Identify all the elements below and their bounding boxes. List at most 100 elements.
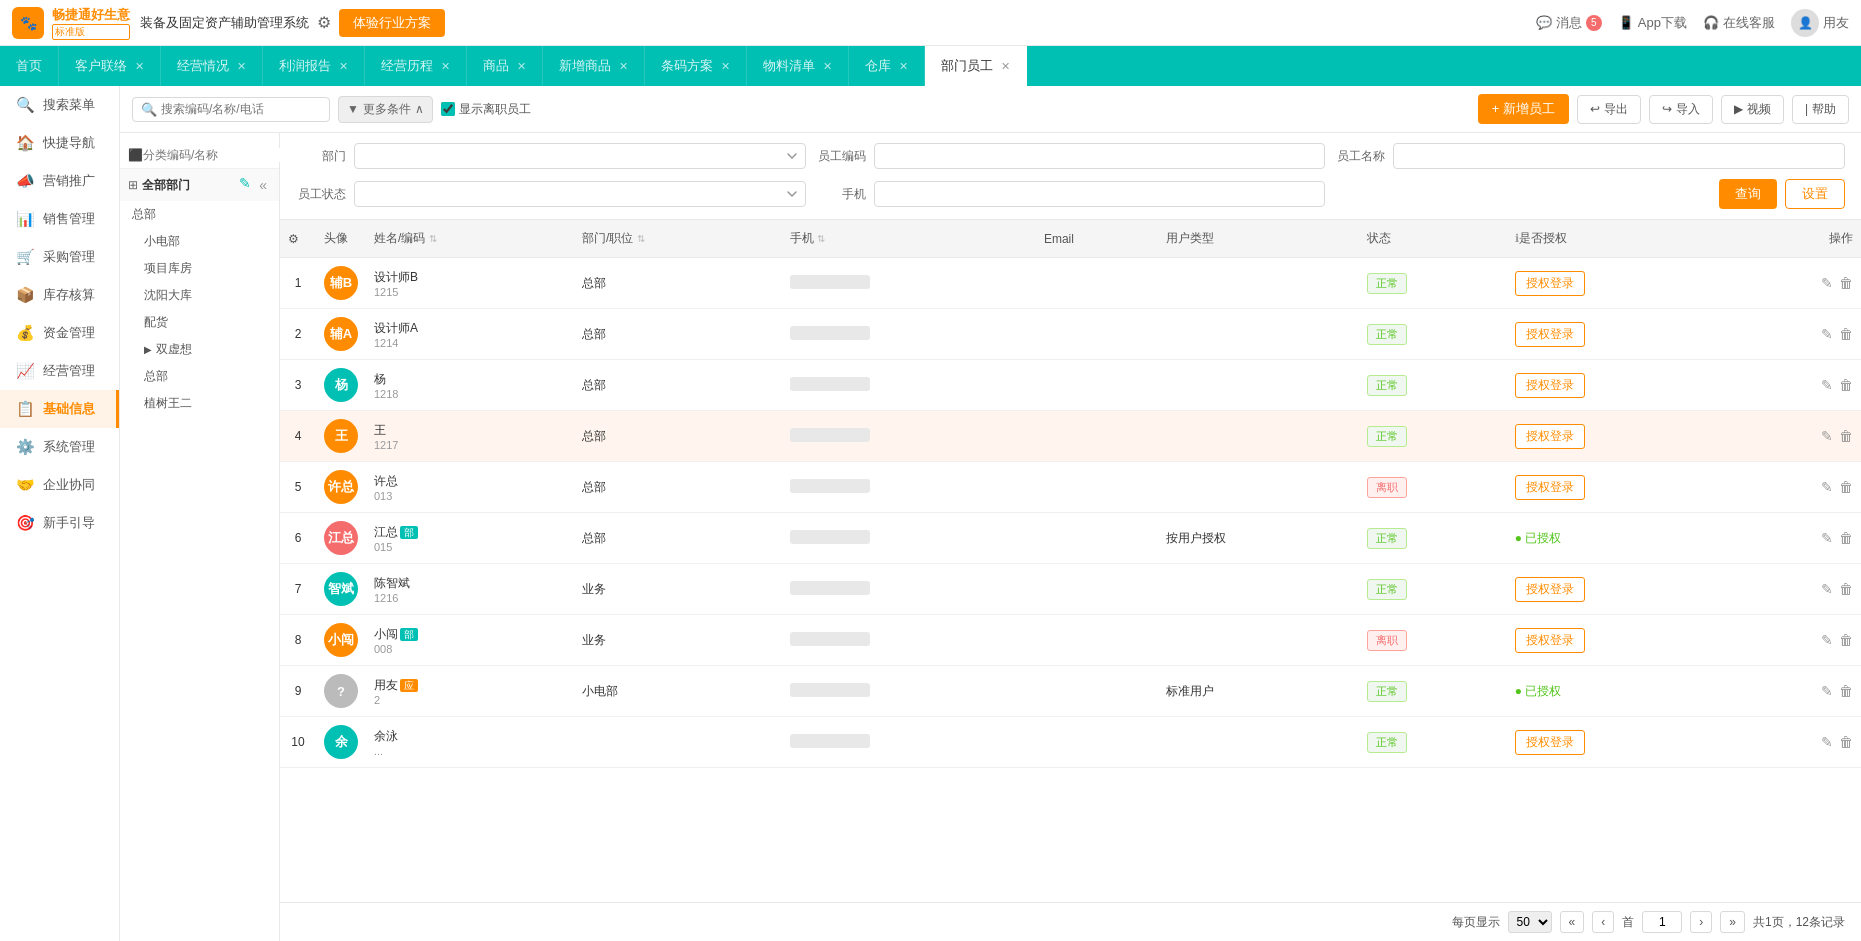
close-tab-icon[interactable]: ✕ <box>517 60 526 73</box>
sidebar-item-采购管理[interactable]: 🛒采购管理 <box>0 238 119 276</box>
auth-login-btn[interactable]: 授权登录 <box>1515 424 1585 449</box>
close-tab-icon[interactable]: ✕ <box>1001 60 1010 73</box>
close-tab-icon[interactable]: ✕ <box>441 60 450 73</box>
collapse-dept-btn[interactable]: « <box>255 175 271 195</box>
next-page-btn[interactable]: › <box>1690 911 1712 933</box>
delete-btn[interactable]: 🗑 <box>1839 275 1853 291</box>
emp-code-input[interactable] <box>874 143 1326 169</box>
edit-btn[interactable]: ✎ <box>1821 377 1833 393</box>
sidebar-item-基础信息[interactable]: 📋基础信息 <box>0 390 119 428</box>
show-inactive-checkbox[interactable]: 显示离职员工 <box>441 101 531 118</box>
delete-btn[interactable]: 🗑 <box>1839 428 1853 444</box>
edit-btn[interactable]: ✎ <box>1821 479 1833 495</box>
nav-tab-商品[interactable]: 商品✕ <box>467 46 543 86</box>
nav-tab-经营历程[interactable]: 经营历程✕ <box>365 46 467 86</box>
dept-search-input[interactable] <box>143 148 293 162</box>
edit-btn[interactable]: ✎ <box>1821 632 1833 648</box>
edit-btn[interactable]: ✎ <box>1821 683 1833 699</box>
dept-node-双虚想[interactable]: ▶ 双虚想 <box>120 336 279 363</box>
nav-tab-首页[interactable]: 首页 <box>0 46 59 86</box>
auth-login-btn[interactable]: 授权登录 <box>1515 271 1585 296</box>
sidebar-item-库存核算[interactable]: 📦库存核算 <box>0 276 119 314</box>
app-download-btn[interactable]: 📱 App下载 <box>1618 14 1687 32</box>
th-dept[interactable]: 部门/职位 ⇅ <box>574 220 782 258</box>
sidebar-item-新手引导[interactable]: 🎯新手引导 <box>0 504 119 542</box>
edit-btn[interactable]: ✎ <box>1821 326 1833 342</box>
dept-node-沈阳大库[interactable]: 沈阳大库 <box>120 282 279 309</box>
emp-status-select[interactable] <box>354 181 806 207</box>
help-btn[interactable]: | 帮助 <box>1792 95 1849 124</box>
sidebar-item-企业协同[interactable]: 🤝企业协同 <box>0 466 119 504</box>
page-input[interactable] <box>1642 911 1682 933</box>
dept-node-总部[interactable]: 总部 <box>120 201 279 228</box>
delete-btn[interactable]: 🗑 <box>1839 734 1853 750</box>
nav-tab-经营情况[interactable]: 经营情况✕ <box>161 46 263 86</box>
close-tab-icon[interactable]: ✕ <box>721 60 730 73</box>
edit-btn[interactable]: ✎ <box>1821 428 1833 444</box>
delete-btn[interactable]: 🗑 <box>1839 377 1853 393</box>
close-tab-icon[interactable]: ✕ <box>899 60 908 73</box>
last-page-btn[interactable]: » <box>1720 911 1745 933</box>
trial-btn[interactable]: 体验行业方案 <box>339 9 445 37</box>
edit-dept-icon[interactable]: ✎ <box>239 175 251 195</box>
per-page-select[interactable]: 50 <box>1508 911 1552 933</box>
edit-btn[interactable]: ✎ <box>1821 530 1833 546</box>
nav-tab-新增商品[interactable]: 新增商品✕ <box>543 46 645 86</box>
sidebar-item-快捷导航[interactable]: 🏠快捷导航 <box>0 124 119 162</box>
dept-node-植树王二[interactable]: 植树王二 <box>120 390 279 417</box>
edit-btn[interactable]: ✎ <box>1821 734 1833 750</box>
nav-tab-条码方案[interactable]: 条码方案✕ <box>645 46 747 86</box>
phone-input[interactable] <box>874 181 1326 207</box>
sidebar-item-搜索菜单[interactable]: 🔍搜索菜单 <box>0 86 119 124</box>
show-inactive-input[interactable] <box>441 102 455 116</box>
emp-name-input[interactable] <box>1393 143 1845 169</box>
dept-search[interactable]: ⬛ 🔍 <box>120 141 279 169</box>
query-btn[interactable]: 查询 <box>1719 179 1777 209</box>
auth-login-btn[interactable]: 授权登录 <box>1515 475 1585 500</box>
online-service-btn[interactable]: 🎧 在线客服 <box>1703 14 1775 32</box>
delete-btn[interactable]: 🗑 <box>1839 683 1853 699</box>
nav-tab-客户联络[interactable]: 客户联络✕ <box>59 46 161 86</box>
sidebar-item-系统管理[interactable]: ⚙️系统管理 <box>0 428 119 466</box>
add-employee-btn[interactable]: + 新增员工 <box>1478 94 1569 124</box>
th-settings[interactable]: ⚙ <box>280 220 316 258</box>
nav-tab-部门员工[interactable]: 部门员工✕ <box>925 46 1027 86</box>
view-btn[interactable]: ▶ 视频 <box>1721 95 1784 124</box>
delete-btn[interactable]: 🗑 <box>1839 326 1853 342</box>
nav-tab-利润报告[interactable]: 利润报告✕ <box>263 46 365 86</box>
delete-btn[interactable]: 🗑 <box>1839 530 1853 546</box>
nav-tab-物料清单[interactable]: 物料清单✕ <box>747 46 849 86</box>
import-btn[interactable]: ↪ 导入 <box>1649 95 1713 124</box>
edit-btn[interactable]: ✎ <box>1821 275 1833 291</box>
filter-more-btn[interactable]: ▼ 更多条件 ∧ <box>338 96 433 123</box>
gear-button[interactable]: ⚙ <box>317 13 331 32</box>
nav-tab-仓库[interactable]: 仓库✕ <box>849 46 925 86</box>
close-tab-icon[interactable]: ✕ <box>237 60 246 73</box>
first-page-btn[interactable]: « <box>1560 911 1585 933</box>
dept-node-总部[interactable]: 总部 <box>120 363 279 390</box>
dept-node-配货[interactable]: 配货 <box>120 309 279 336</box>
message-btn[interactable]: 💬 消息 5 <box>1536 14 1602 32</box>
close-tab-icon[interactable]: ✕ <box>823 60 832 73</box>
auth-login-btn[interactable]: 授权登录 <box>1515 373 1585 398</box>
dept-node-项目库房[interactable]: 项目库房 <box>120 255 279 282</box>
th-name[interactable]: 姓名/编码 ⇅ <box>366 220 574 258</box>
dept-node-小电部[interactable]: 小电部 <box>120 228 279 255</box>
edit-btn[interactable]: ✎ <box>1821 581 1833 597</box>
sidebar-item-资金管理[interactable]: 💰资金管理 <box>0 314 119 352</box>
auth-login-btn[interactable]: 授权登录 <box>1515 730 1585 755</box>
close-tab-icon[interactable]: ✕ <box>135 60 144 73</box>
close-tab-icon[interactable]: ✕ <box>339 60 348 73</box>
set-btn[interactable]: 设置 <box>1785 179 1845 209</box>
auth-login-btn[interactable]: 授权登录 <box>1515 322 1585 347</box>
sidebar-item-经营管理[interactable]: 📈经营管理 <box>0 352 119 390</box>
search-input[interactable] <box>161 102 321 116</box>
search-box[interactable]: 🔍 <box>132 97 330 122</box>
user-avatar[interactable]: 👤 用友 <box>1791 9 1849 37</box>
auth-login-btn[interactable]: 授权登录 <box>1515 577 1585 602</box>
close-tab-icon[interactable]: ✕ <box>619 60 628 73</box>
sidebar-item-销售管理[interactable]: 📊销售管理 <box>0 200 119 238</box>
auth-login-btn[interactable]: 授权登录 <box>1515 628 1585 653</box>
dept-select[interactable] <box>354 143 806 169</box>
sidebar-item-营销推广[interactable]: 📣营销推广 <box>0 162 119 200</box>
